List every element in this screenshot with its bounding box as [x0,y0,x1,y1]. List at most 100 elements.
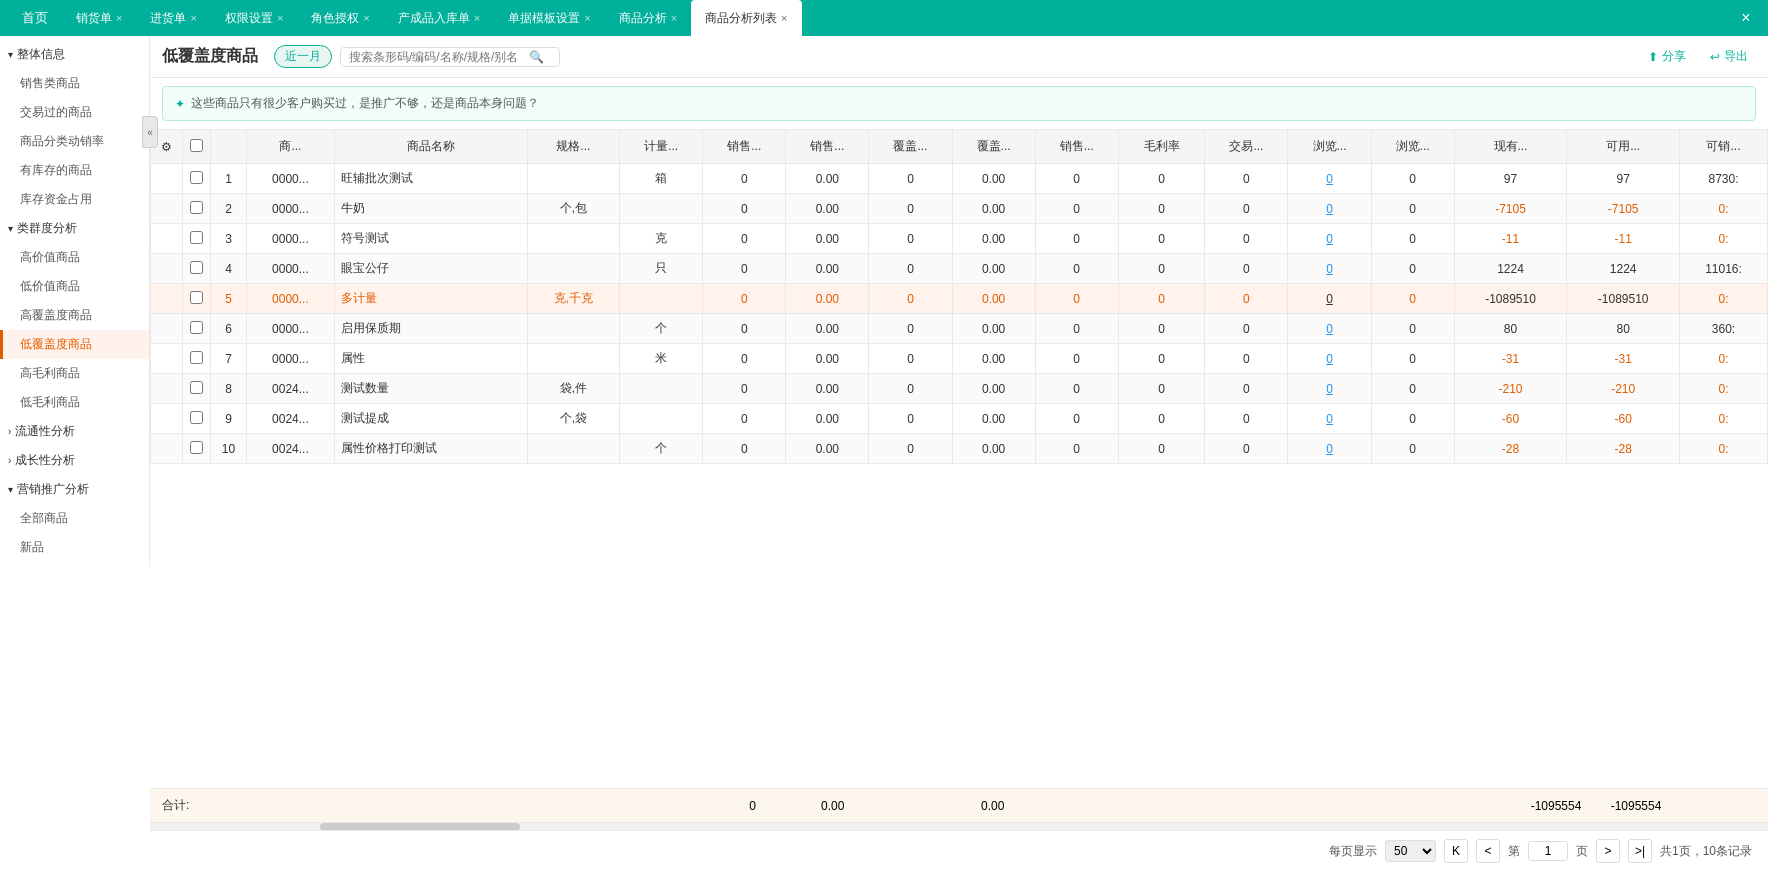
nav-close-analysis[interactable]: × [671,12,677,24]
cell-settings[interactable] [151,434,183,464]
cell-checkbox[interactable] [183,404,211,434]
cell-settings[interactable] [151,344,183,374]
sidebar-item-stocked-goods[interactable]: 有库存的商品 [0,156,149,185]
cell-current: -7105 [1454,194,1567,224]
nav-close-analysis-list[interactable]: × [781,12,787,24]
nav-item-analysis[interactable]: 商品分析 × [605,0,691,36]
prev-page-button[interactable]: < [1476,839,1500,863]
nav-item-permissions[interactable]: 权限设置 × [211,0,297,36]
sidebar-item-all-goods[interactable]: 全部商品 [0,504,149,533]
nav-item-warehouse[interactable]: 产成品入库单 × [384,0,494,36]
sidebar-item-low-margin[interactable]: 低毛利商品 [0,388,149,417]
nav-item-template[interactable]: 单据模板设置 × [494,0,604,36]
row-checkbox[interactable] [190,441,203,454]
col-cover2: 覆盖... [952,130,1035,164]
search-box[interactable]: 🔍 [340,47,560,67]
col-checkbox[interactable] [183,130,211,164]
nav-item-analysis-list[interactable]: 商品分析列表 × [691,0,801,36]
row-checkbox[interactable] [190,321,203,334]
col-available: 可用... [1567,130,1680,164]
page-size-select[interactable]: 50 100 200 [1385,840,1436,862]
cell-browse1[interactable]: 0 [1288,284,1371,314]
share-button[interactable]: ⬆ 分享 [1640,44,1694,69]
cell-checkbox[interactable] [183,164,211,194]
cell-browse1[interactable]: 0 [1288,344,1371,374]
row-checkbox[interactable] [190,231,203,244]
sidebar-item-new-goods[interactable]: 新品 [0,533,149,562]
sidebar-item-sales-goods[interactable]: 销售类商品 [0,69,149,98]
cell-checkbox[interactable] [183,434,211,464]
cell-browse1[interactable]: 0 [1288,194,1371,224]
cell-sales-amt: 0.00 [786,434,869,464]
search-icon[interactable]: 🔍 [529,50,544,64]
cell-available: -60 [1567,404,1680,434]
cell-checkbox[interactable] [183,344,211,374]
sidebar-item-traded-goods[interactable]: 交易过的商品 [0,98,149,127]
cell-settings[interactable] [151,254,183,284]
cell-browse1[interactable]: 0 [1288,314,1371,344]
nav-close-sales[interactable]: × [116,12,122,24]
cell-browse1[interactable]: 0 [1288,374,1371,404]
cell-settings[interactable] [151,404,183,434]
nav-item-roles[interactable]: 角色授权 × [297,0,383,36]
page-number-input[interactable] [1528,841,1568,861]
time-filter-button[interactable]: 近一月 [274,45,332,68]
cell-browse1[interactable]: 0 [1288,164,1371,194]
sidebar-section-growth[interactable]: › 成长性分析 [0,446,149,475]
cell-settings[interactable] [151,314,183,344]
cell-settings[interactable] [151,284,183,314]
nav-close-warehouse[interactable]: × [474,12,480,24]
cell-browse1[interactable]: 0 [1288,224,1371,254]
page-unit: 页 [1576,843,1588,860]
row-checkbox[interactable] [190,261,203,274]
last-page-button[interactable]: >| [1628,839,1652,863]
nav-item-sales[interactable]: 销货单 × [62,0,136,36]
cell-settings[interactable] [151,164,183,194]
row-checkbox[interactable] [190,201,203,214]
row-checkbox[interactable] [190,291,203,304]
first-page-button[interactable]: K [1444,839,1468,863]
sidebar-item-inventory-capital[interactable]: 库存资金占用 [0,185,149,214]
select-all-checkbox[interactable] [190,139,203,152]
nav-close-permissions[interactable]: × [277,12,283,24]
window-close-button[interactable]: × [1732,4,1760,32]
sidebar-item-category-rate[interactable]: 商品分类动销率 [0,127,149,156]
sidebar-section-cluster[interactable]: ▾ 类群度分析 [0,214,149,243]
nav-close-purchase[interactable]: × [190,12,196,24]
page-size-label: 每页显示 [1329,843,1377,860]
cell-checkbox[interactable] [183,314,211,344]
cell-code: 0000... [247,284,335,314]
nav-close-template[interactable]: × [584,12,590,24]
cell-checkbox[interactable] [183,374,211,404]
cell-checkbox[interactable] [183,224,211,254]
nav-item-purchase[interactable]: 进货单 × [136,0,210,36]
cell-browse1[interactable]: 0 [1288,404,1371,434]
sidebar-section-circulation[interactable]: › 流通性分析 [0,417,149,446]
sidebar-item-low-value[interactable]: 低价值商品 [0,272,149,301]
cell-settings[interactable] [151,194,183,224]
sidebar-item-high-coverage[interactable]: 高覆盖度商品 [0,301,149,330]
next-page-button[interactable]: > [1596,839,1620,863]
cell-settings[interactable] [151,224,183,254]
sidebar-section-overview[interactable]: ▾ 整体信息 [0,40,149,69]
sidebar-collapse-button[interactable]: « [142,116,158,148]
cell-settings[interactable] [151,374,183,404]
nav-close-roles[interactable]: × [363,12,369,24]
row-checkbox[interactable] [190,411,203,424]
nav-item-home[interactable]: 首页 [8,0,62,36]
cell-browse1[interactable]: 0 [1288,434,1371,464]
cell-checkbox[interactable] [183,254,211,284]
cell-cover2: 0.00 [952,374,1035,404]
sidebar-item-high-margin[interactable]: 高毛利商品 [0,359,149,388]
row-checkbox[interactable] [190,381,203,394]
row-checkbox[interactable] [190,171,203,184]
sidebar-item-high-value[interactable]: 高价值商品 [0,243,149,272]
cell-checkbox[interactable] [183,194,211,224]
sidebar-item-low-coverage[interactable]: 低覆盖度商品 [0,330,149,359]
cell-checkbox[interactable] [183,284,211,314]
search-input[interactable] [349,50,529,64]
sidebar-section-marketing[interactable]: ▾ 营销推广分析 [0,475,149,504]
cell-browse1[interactable]: 0 [1288,254,1371,284]
row-checkbox[interactable] [190,351,203,364]
export-button[interactable]: ↩ 导出 [1702,44,1756,69]
